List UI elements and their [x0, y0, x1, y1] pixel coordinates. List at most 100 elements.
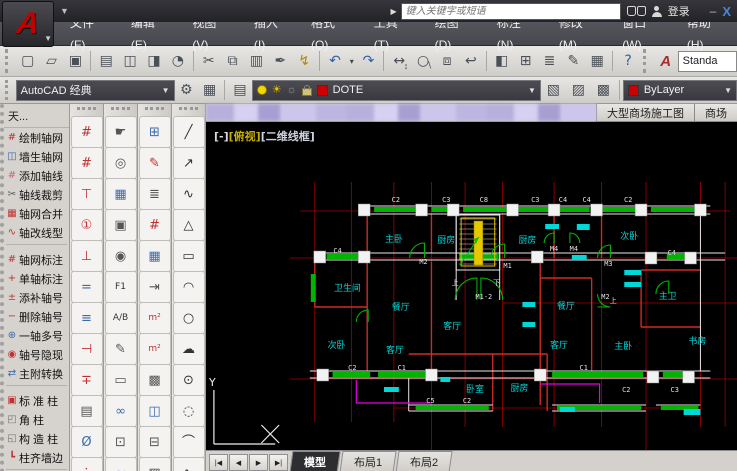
- arc3-icon[interactable]: ⌒: [173, 427, 204, 457]
- layer-on-icon[interactable]: [256, 85, 267, 95]
- layers3-icon[interactable]: ≣: [139, 179, 170, 209]
- palette-item-add-axis-icon[interactable]: # 添加轴线: [4, 166, 69, 185]
- palette-item-add-axis-no-icon[interactable]: ± 添补轴号: [4, 288, 69, 307]
- box2-icon[interactable]: ⊡: [105, 427, 136, 457]
- tab-布局2[interactable]: 布局2: [395, 451, 453, 471]
- palette-item-del-axis-no-icon[interactable]: − 删除轴号: [4, 307, 69, 326]
- axis-pm-icon[interactable]: ∓: [71, 365, 102, 395]
- floor-plan-drawing[interactable]: Y 主卧 厨房 厨房 次卧卫生间餐厅 餐厅主卫次卧客厅客厅 客厅卧室 厨房主卧 书房 C2 C3…: [206, 122, 737, 450]
- minimize-button[interactable]: –: [710, 4, 717, 18]
- frame-icon[interactable]: ▭: [105, 365, 136, 395]
- quick-plot-icon[interactable]: ↯: [292, 48, 316, 74]
- plot-icon[interactable]: ◨: [142, 48, 166, 74]
- axis-t-icon[interactable]: ⊤: [71, 179, 102, 209]
- close-button[interactable]: X: [722, 4, 731, 19]
- next-layout-button[interactable]: ▶: [249, 454, 268, 471]
- print-icon[interactable]: ▤: [94, 48, 118, 74]
- cut-icon[interactable]: ✂: [197, 48, 221, 74]
- find-icon[interactable]: ◎: [105, 148, 136, 178]
- design-center-icon[interactable]: ⊞: [514, 48, 538, 74]
- sheet-set-icon[interactable]: ≣: [538, 48, 562, 74]
- search-binoculars-icon[interactable]: [626, 6, 646, 16]
- rectangle-icon[interactable]: ▭: [173, 241, 204, 271]
- undo-icon[interactable]: ↶: [323, 48, 347, 74]
- viewport-controls[interactable]: [-][俯视][二维线框]: [214, 128, 315, 144]
- axis-base-icon[interactable]: ⊥: [71, 241, 102, 271]
- spline-icon[interactable]: ∿: [173, 179, 204, 209]
- split-icon[interactable]: ◫: [139, 396, 170, 426]
- axis-left-icon[interactable]: ⊣: [71, 334, 102, 364]
- help-icon[interactable]: ?: [616, 48, 640, 74]
- axis-dots-icon[interactable]: ⋮: [71, 458, 102, 471]
- prev-layout-button[interactable]: ◀: [229, 454, 248, 471]
- match-properties-icon[interactable]: ✒: [268, 48, 292, 74]
- layer-states-icon[interactable]: ▧: [541, 77, 566, 103]
- palette-item-corner-column-icon[interactable]: ◰ 角 柱: [4, 410, 69, 429]
- infinity-icon[interactable]: ∞: [105, 396, 136, 426]
- workspace-save-button[interactable]: ▦: [198, 77, 221, 103]
- drawing-canvas[interactable]: [-][俯视][二维线框] Y 主卧 厨房 厨房 次卧 卫生间 餐厅 餐厅 主卫…: [206, 122, 737, 450]
- publish-icon[interactable]: ◔: [166, 48, 190, 74]
- palette-item-axis-dim-icon[interactable]: # 轴网标注: [4, 250, 69, 269]
- axis-dim2-icon[interactable]: #: [71, 148, 102, 178]
- toolbar-grip[interactable]: [5, 49, 13, 73]
- layer-color-swatch[interactable]: [316, 84, 328, 96]
- palette-item-axis-linetype-icon[interactable]: ∿ 轴改线型: [4, 223, 69, 242]
- palette-item-merge-axis-icon[interactable]: ▦ 轴网合并: [4, 204, 69, 223]
- xline-icon[interactable]: ↗: [173, 148, 204, 178]
- axis-eq-icon[interactable]: =: [71, 272, 102, 302]
- viewport-minimize[interactable]: [-]: [214, 130, 229, 143]
- quick-calc-icon[interactable]: ▦: [585, 48, 609, 74]
- properties-palette-icon[interactable]: ◧: [490, 48, 514, 74]
- palette-item-wall-axis-icon[interactable]: ◫ 墙生轴网: [4, 147, 69, 166]
- layer-properties-button[interactable]: ▤: [228, 77, 251, 103]
- point-hand-icon[interactable]: ☛: [105, 117, 136, 147]
- open-file-icon[interactable]: ▱: [40, 48, 64, 74]
- tab-布局1[interactable]: 布局1: [339, 451, 397, 471]
- toolbar-grip[interactable]: [144, 107, 165, 115]
- toolbar-grip[interactable]: [5, 79, 13, 101]
- image-icon[interactable]: ▣: [105, 210, 136, 240]
- layer-unlock-icon[interactable]: [301, 85, 312, 96]
- hash-icon[interactable]: #: [139, 210, 170, 240]
- pan-icon[interactable]: ↔ ↕: [387, 48, 411, 74]
- layer-thaw-icon[interactable]: ☀: [272, 84, 282, 96]
- point-icon[interactable]: ⊙: [173, 365, 204, 395]
- last-layout-button[interactable]: ▶|: [269, 454, 288, 471]
- axis-tool-icon[interactable]: #: [71, 117, 102, 147]
- step-icon[interactable]: ⇥: [139, 272, 170, 302]
- axis-dia-icon[interactable]: Ø: [71, 427, 102, 457]
- markup-icon[interactable]: ✎: [561, 48, 585, 74]
- undo-dropdown[interactable]: ▾: [347, 57, 357, 66]
- palette-item-constr-column-icon[interactable]: ◱ 构 造 柱: [4, 429, 69, 448]
- f1-icon[interactable]: F1: [105, 272, 136, 302]
- toolbar-grip[interactable]: [76, 107, 97, 115]
- fill-icon[interactable]: ▩: [139, 365, 170, 395]
- toolbar-grip[interactable]: [110, 107, 131, 115]
- pencil-icon[interactable]: ✎: [105, 334, 136, 364]
- style-combo[interactable]: Standa: [677, 50, 737, 72]
- drawing-tab-2[interactable]: 商场: [694, 104, 737, 121]
- circle-icon[interactable]: ○: [173, 303, 204, 333]
- viewport-visual-style[interactable]: [二维线框]: [261, 130, 315, 143]
- layer-combo[interactable]: ☀ ☼ DOTE ▼: [251, 79, 541, 101]
- redo-icon[interactable]: ↷: [357, 48, 381, 74]
- wave-icon[interactable]: ≈: [105, 458, 136, 471]
- save-icon[interactable]: ▣: [64, 48, 88, 74]
- palette-item-column-align-icon[interactable]: ┗ 柱齐墙边: [4, 448, 69, 467]
- new-file-icon[interactable]: ▢: [16, 48, 40, 74]
- toolbar-grip[interactable]: [642, 49, 651, 73]
- search-expand-icon[interactable]: ▶: [390, 7, 396, 16]
- palette-item-axis-grid-icon[interactable]: # 绘制轴网: [4, 128, 69, 147]
- search-input[interactable]: [400, 2, 621, 20]
- minusbox-icon[interactable]: ⊟: [139, 427, 170, 457]
- workspace-settings-button[interactable]: ⚙: [175, 77, 198, 103]
- print-preview-icon[interactable]: ◫: [118, 48, 142, 74]
- login-link[interactable]: 登录: [668, 3, 690, 19]
- palette-item-multi-axis-no-icon[interactable]: ⊕ 一轴多号: [4, 326, 69, 345]
- palette-item-axis-no-toggle-icon[interactable]: ◉ 轴号隐现: [4, 345, 69, 364]
- hatch-icon[interactable]: ▨: [139, 458, 170, 471]
- zoom-realtime-icon[interactable]: ○ ∖: [411, 48, 435, 74]
- app-logo-button[interactable]: A ▼: [2, 1, 54, 47]
- first-layout-button[interactable]: |◀: [209, 454, 228, 471]
